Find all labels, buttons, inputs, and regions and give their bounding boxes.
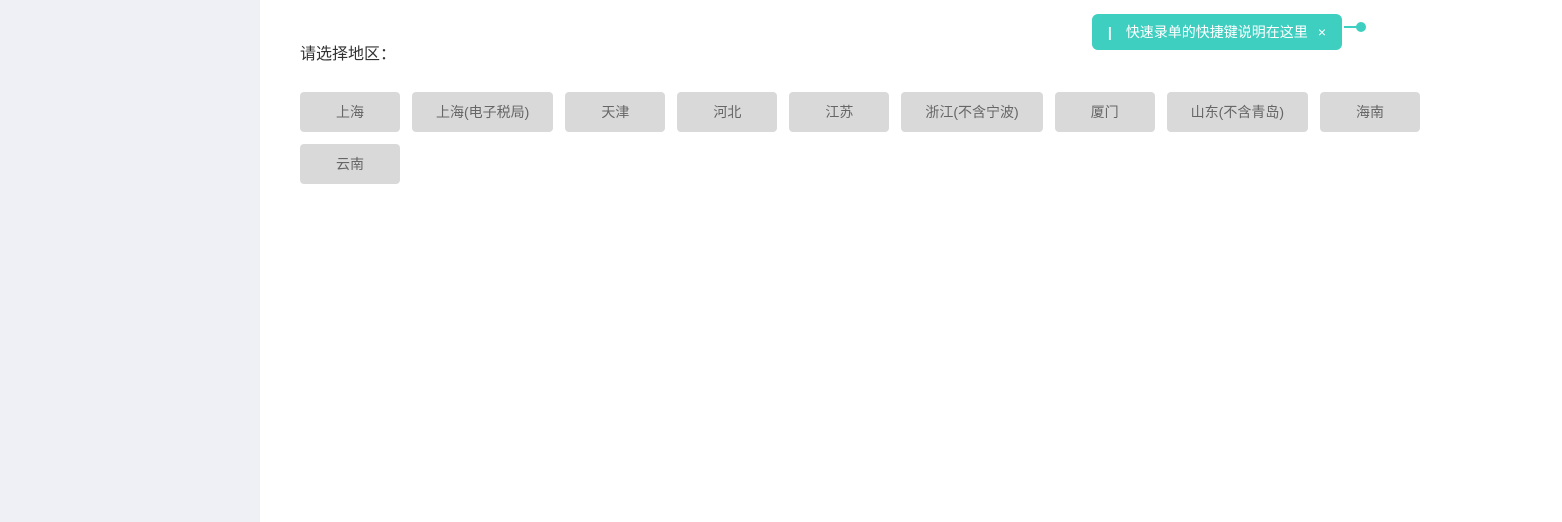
tooltip-banner: 快速录单的快捷键说明在这里 ×	[1092, 14, 1342, 50]
region-button-hainan[interactable]: 海南	[1320, 92, 1420, 132]
tooltip-close-button[interactable]: ×	[1318, 25, 1326, 39]
region-button-xiamen[interactable]: 厦门	[1055, 92, 1155, 132]
main-content: 请选择地区： 上海上海(电子税局)天津河北江苏浙江(不含宁波)厦门山东(不含青岛…	[260, 0, 1562, 522]
tooltip-dot	[1356, 22, 1366, 32]
region-button-shanghai[interactable]: 上海	[300, 92, 400, 132]
region-button-shanghai-etax[interactable]: 上海(电子税局)	[412, 92, 553, 132]
tooltip-text: 快速录单的快捷键说明在这里	[1126, 22, 1308, 42]
region-button-zhejiang[interactable]: 浙江(不含宁波)	[901, 92, 1042, 132]
region-button-jiangsu[interactable]: 江苏	[789, 92, 889, 132]
region-button-hebei[interactable]: 河北	[677, 92, 777, 132]
sidebar	[0, 0, 260, 522]
region-buttons: 上海上海(电子税局) 天津河北江苏浙江(不含宁波) 厦门山东(不含青岛) 海南云南	[300, 92, 1522, 184]
region-button-shandong[interactable]: 山东(不含青岛)	[1167, 92, 1308, 132]
region-button-tianjin[interactable]: 天津	[565, 92, 665, 132]
region-button-yunnan[interactable]: 云南	[300, 144, 400, 184]
